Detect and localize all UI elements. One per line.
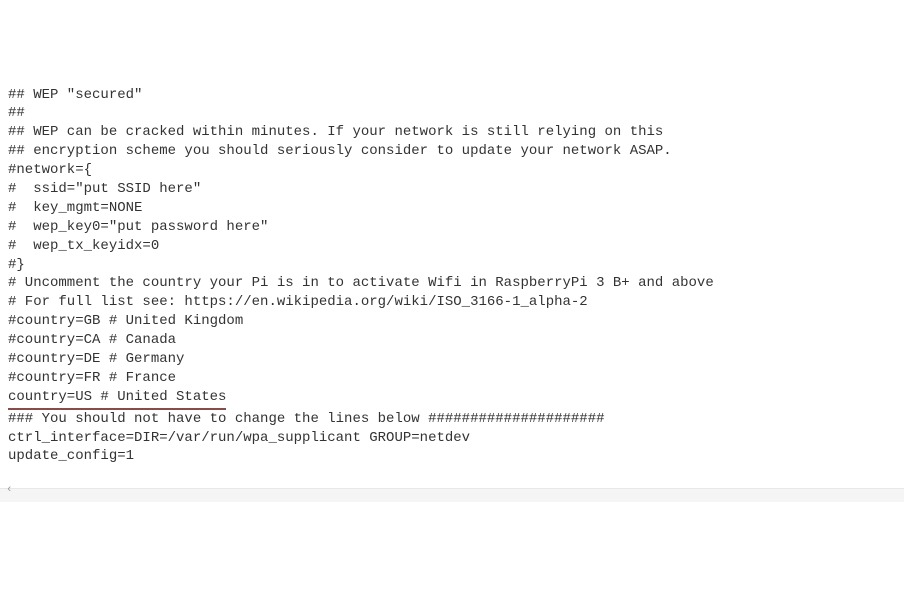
commented-config-line: #country=DE # Germany bbox=[8, 350, 896, 369]
commented-config-line: #country=GB # United Kingdom bbox=[8, 312, 896, 331]
comment-line: ## WEP "secured" bbox=[8, 86, 896, 105]
highlighted-country-line: country=US # United States bbox=[8, 388, 226, 410]
horizontal-scrollbar[interactable]: ‹ bbox=[0, 488, 904, 502]
config-line: ctrl_interface=DIR=/var/run/wpa_supplica… bbox=[8, 429, 896, 448]
config-line: update_config=1 bbox=[8, 447, 896, 466]
commented-config-line: #} bbox=[8, 256, 896, 275]
commented-config-line: # wep_key0="put password here" bbox=[8, 218, 896, 237]
comment-line: # For full list see: https://en.wikipedi… bbox=[8, 293, 896, 312]
comment-line: # Uncomment the country your Pi is in to… bbox=[8, 274, 896, 293]
commented-config-line: #country=FR # France bbox=[8, 369, 896, 388]
comment-line: ## bbox=[8, 104, 896, 123]
commented-config-line: #country=CA # Canada bbox=[8, 331, 896, 350]
scroll-left-arrow-icon[interactable]: ‹ bbox=[6, 483, 13, 498]
comment-line: ## WEP can be cracked within minutes. If… bbox=[8, 123, 896, 142]
active-config-line: country=US # United States bbox=[8, 388, 896, 410]
commented-config-line: # wep_tx_keyidx=0 bbox=[8, 237, 896, 256]
commented-config-line: # key_mgmt=NONE bbox=[8, 199, 896, 218]
commented-config-line: # ssid="put SSID here" bbox=[8, 180, 896, 199]
comment-line: ## encryption scheme you should seriousl… bbox=[8, 142, 896, 161]
config-file-text: ## WEP "secured"#### WEP can be cracked … bbox=[8, 86, 896, 467]
commented-config-line: #network={ bbox=[8, 161, 896, 180]
section-divider-comment: ### You should not have to change the li… bbox=[8, 410, 896, 429]
